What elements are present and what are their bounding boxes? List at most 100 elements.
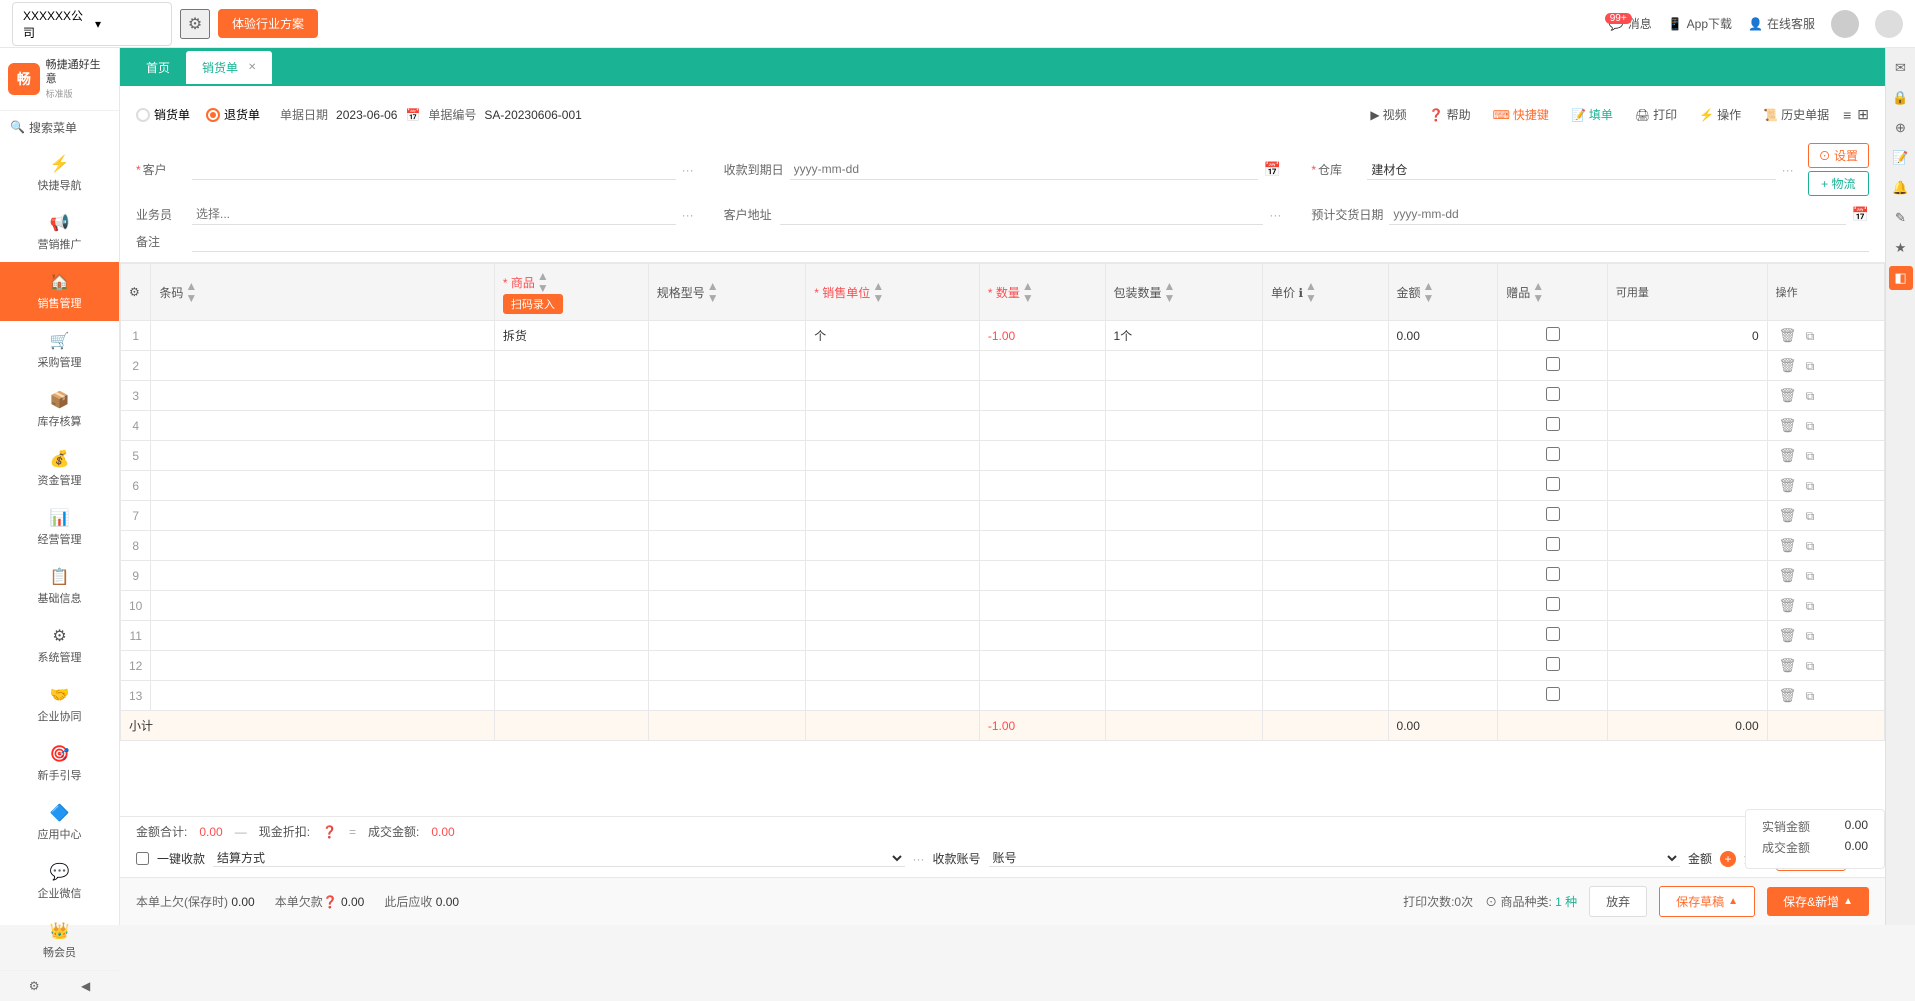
row-quantity[interactable] [979,471,1105,501]
history-btn[interactable]: 📜 历史单据 [1755,102,1837,127]
row-quantity[interactable] [979,411,1105,441]
sidebar-item-inventory[interactable]: 📦 库存核算 [0,380,119,439]
address-dots[interactable]: ··· [1269,208,1281,222]
row-quantity[interactable] [979,531,1105,561]
row-barcode[interactable] [151,621,495,651]
rp-edit-btn[interactable]: ✎ [1889,206,1913,230]
th-gift[interactable]: 赠品▲▼ [1498,264,1608,321]
th-settings[interactable]: ⚙ [121,264,151,321]
row-spec[interactable] [648,381,806,411]
row-quantity[interactable]: -1.00 [979,321,1105,351]
row-product[interactable] [494,441,648,471]
row-delete-btn[interactable]: 🗑 [1776,657,1800,674]
row-gift[interactable] [1498,531,1608,561]
save-draft-button[interactable]: 保存草稿 ▲ [1659,886,1755,917]
row-copy-btn[interactable]: ⧉ [1803,509,1818,524]
rp-add-btn[interactable]: ⊕ [1889,116,1913,140]
settings-icon[interactable]: ⚙ [29,979,40,993]
row-barcode[interactable] [151,591,495,621]
row-spec[interactable] [648,351,806,381]
row-gift[interactable] [1498,651,1608,681]
row-product[interactable] [494,621,648,651]
row-price[interactable] [1263,381,1388,411]
row-copy-btn[interactable]: ⧉ [1803,359,1818,374]
th-pack-qty[interactable]: 包装数量▲▼ [1105,264,1263,321]
th-price[interactable]: 单价 ℹ▲▼ [1263,264,1388,321]
row-spec[interactable] [648,561,806,591]
sidebar-item-member[interactable]: 👑 畅会员 [0,911,119,970]
abandon-button[interactable]: 放弃 [1589,886,1647,917]
row-copy-btn[interactable]: ⧉ [1803,599,1818,614]
row-price[interactable] [1263,501,1388,531]
row-delete-btn[interactable]: 🗑 [1776,687,1800,704]
message-btn[interactable]: 💬 99+ 消息 [1609,15,1652,32]
row-delete-btn[interactable]: 🗑 [1776,327,1800,344]
row-spec[interactable] [648,441,806,471]
row-quantity[interactable] [979,591,1105,621]
row-gift[interactable] [1498,441,1608,471]
row-product[interactable] [494,591,648,621]
scan-button[interactable]: 扫码录入 [503,294,563,314]
row-product[interactable] [494,681,648,711]
row-quantity[interactable] [979,441,1105,471]
sidebar-item-collab[interactable]: 🤝 企业协同 [0,675,119,734]
row-product[interactable]: 拆货 [494,321,648,351]
row-barcode[interactable] [151,381,495,411]
row-spec[interactable] [648,531,806,561]
row-gift[interactable] [1498,381,1608,411]
help-btn[interactable]: ❓ 帮助 [1421,102,1479,127]
trial-button[interactable]: 体验行业方案 [218,9,318,38]
avatar[interactable] [1831,10,1859,38]
payment-method-select[interactable]: 结算方式 [213,850,904,867]
row-copy-btn[interactable]: ⧉ [1803,389,1818,404]
row-delete-btn[interactable]: 🗑 [1776,387,1800,404]
row-quantity[interactable] [979,351,1105,381]
row-barcode[interactable] [151,321,495,351]
row-product[interactable] [494,381,648,411]
sidebar-item-sales[interactable]: 🏠 销售管理 [0,262,119,321]
rp-message-btn[interactable]: ✉ [1889,56,1913,80]
row-copy-btn[interactable]: ⧉ [1803,629,1818,644]
row-barcode[interactable] [151,441,495,471]
row-gift[interactable] [1498,351,1608,381]
row-gift[interactable] [1498,621,1608,651]
row-delete-btn[interactable]: 🗑 [1776,447,1800,464]
customer-input[interactable] [192,159,676,180]
delivery-date-input[interactable] [1389,204,1845,225]
payment-due-calendar-icon[interactable]: 📅 [1264,161,1281,178]
row-spec[interactable] [648,471,806,501]
row-spec[interactable] [648,321,806,351]
row-copy-btn[interactable]: ⧉ [1803,689,1818,704]
rp-lock-btn[interactable]: 🔒 [1889,86,1913,110]
warehouse-input[interactable] [1367,159,1775,180]
sidebar-item-quick-nav[interactable]: ⚡ 快捷导航 [0,144,119,203]
sidebar-search[interactable]: 🔍 搜索菜单 [0,111,119,144]
row-gift[interactable] [1498,411,1608,441]
row-barcode[interactable] [151,531,495,561]
row-product[interactable] [494,411,648,441]
row-copy-btn[interactable]: ⧉ [1803,569,1818,584]
row-price[interactable] [1263,531,1388,561]
row-delete-btn[interactable]: 🗑 [1776,597,1800,614]
row-delete-btn[interactable]: 🗑 [1776,357,1800,374]
salesperson-input[interactable] [192,204,676,225]
row-barcode[interactable] [151,351,495,381]
row-delete-btn[interactable]: 🗑 [1776,417,1800,434]
row-price[interactable] [1263,591,1388,621]
row-delete-btn[interactable]: 🗑 [1776,537,1800,554]
row-price[interactable] [1263,681,1388,711]
row-product[interactable] [494,531,648,561]
row-gift[interactable] [1498,561,1608,591]
row-barcode[interactable] [151,411,495,441]
gear-button[interactable]: ⚙ [180,9,210,39]
th-amount[interactable]: 金额▲▼ [1388,264,1498,321]
row-quantity[interactable] [979,501,1105,531]
delivery-calendar-icon[interactable]: 📅 [1852,206,1869,223]
logistics-button[interactable]: + 物流 [1808,171,1869,196]
row-barcode[interactable] [151,471,495,501]
th-unit[interactable]: * 销售单位▲▼ [806,264,980,321]
row-quantity[interactable] [979,561,1105,591]
cumulative-info[interactable]: ❓ [323,895,338,909]
sidebar-item-finance[interactable]: 💰 资金管理 [0,439,119,498]
video-btn[interactable]: ▶ 视频 [1362,102,1414,127]
